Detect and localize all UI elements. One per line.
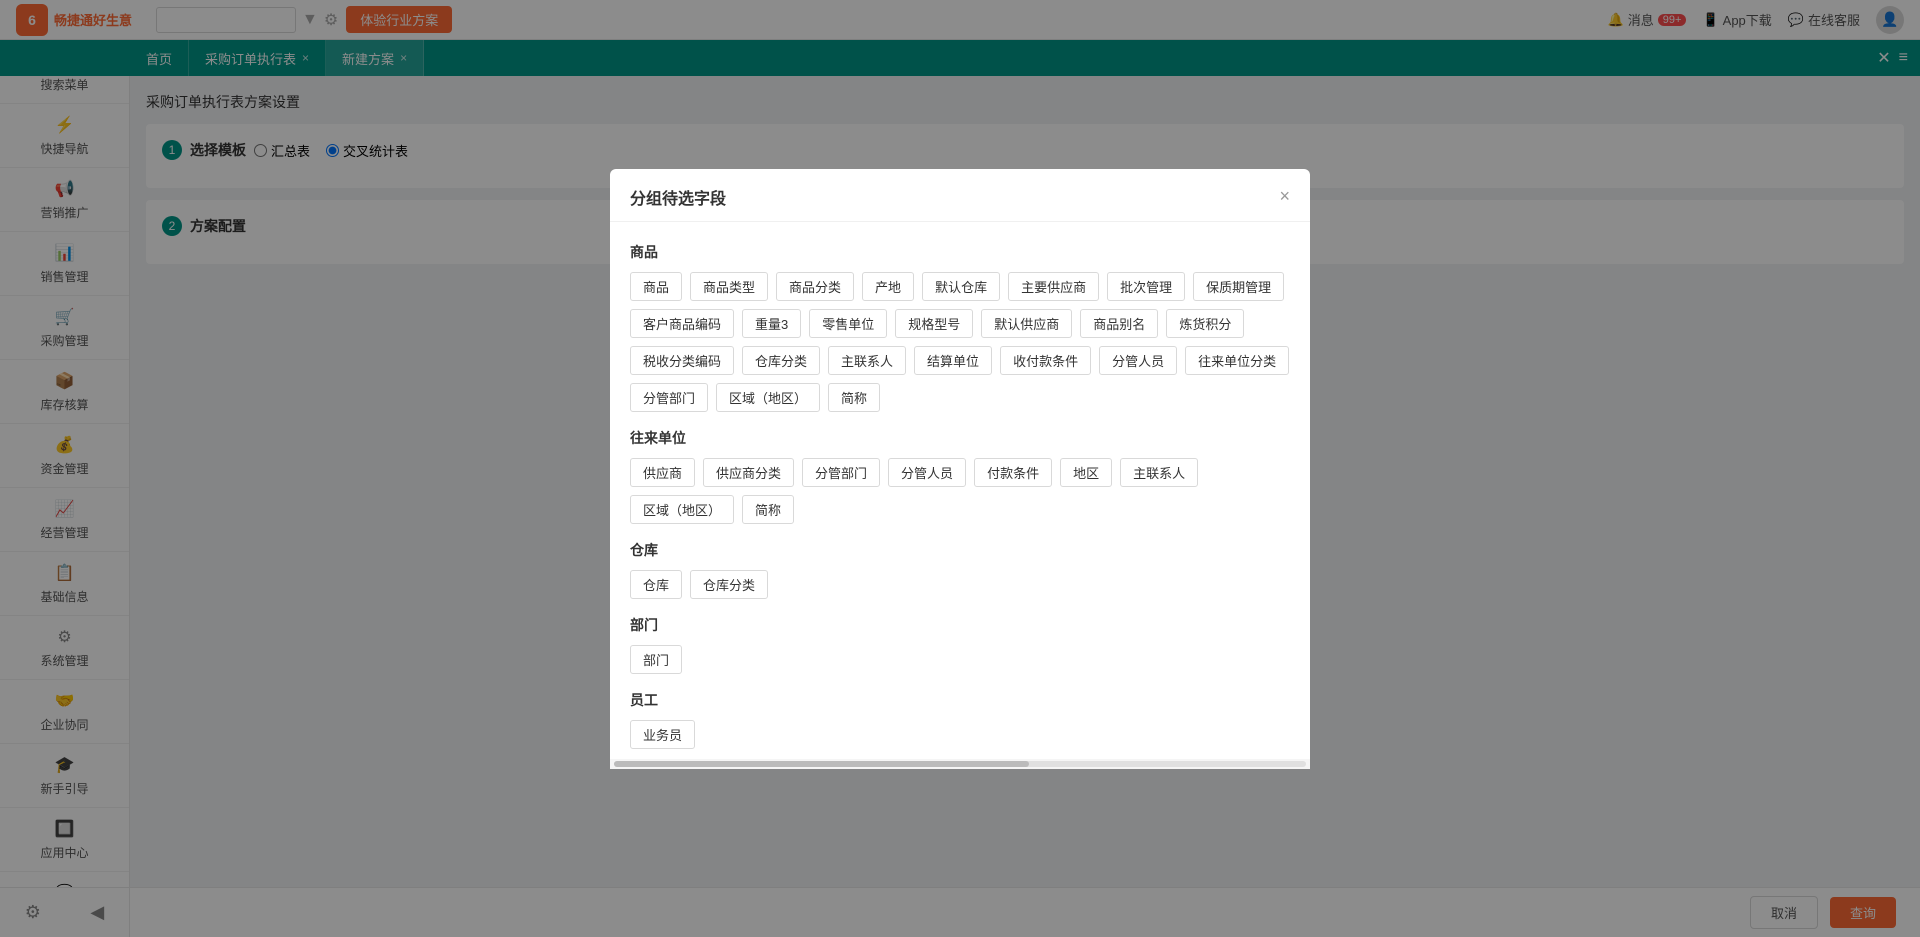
field-tag[interactable]: 简称 <box>742 495 794 524</box>
fields-grid-仓库: 仓库仓库分类 <box>630 570 1290 599</box>
field-tag[interactable]: 仓库分类 <box>690 570 768 599</box>
field-tag[interactable]: 业务员 <box>630 720 695 749</box>
modal-body[interactable]: 商品商品商品类型商品分类产地默认仓库主要供应商批次管理保质期管理客户商品编码重量… <box>610 222 1310 759</box>
field-tag[interactable]: 批次管理 <box>1107 272 1185 301</box>
field-tag[interactable]: 零售单位 <box>809 309 887 338</box>
modal-header: 分组待选字段 × <box>610 169 1310 222</box>
field-tag[interactable]: 分管部门 <box>802 458 880 487</box>
field-tag[interactable]: 供应商 <box>630 458 695 487</box>
field-tag[interactable]: 商品别名 <box>1080 309 1158 338</box>
field-tag[interactable]: 仓库分类 <box>742 346 820 375</box>
field-tag[interactable]: 部门 <box>630 645 682 674</box>
field-tag[interactable]: 产地 <box>862 272 914 301</box>
field-tag[interactable]: 主联系人 <box>1120 458 1198 487</box>
field-tag[interactable]: 默认供应商 <box>981 309 1072 338</box>
field-tag[interactable]: 商品分类 <box>776 272 854 301</box>
section-title-员工: 员工 <box>630 690 1290 710</box>
field-tag[interactable]: 主要供应商 <box>1008 272 1099 301</box>
field-tag[interactable]: 主联系人 <box>828 346 906 375</box>
field-tag[interactable]: 商品类型 <box>690 272 768 301</box>
field-tag[interactable]: 收付款条件 <box>1000 346 1091 375</box>
field-tag[interactable]: 分管人员 <box>888 458 966 487</box>
field-tag[interactable]: 保质期管理 <box>1193 272 1284 301</box>
modal-close-button[interactable]: × <box>1279 186 1290 207</box>
field-tag[interactable]: 往来单位分类 <box>1185 346 1289 375</box>
modal-overlay: 分组待选字段 × 商品商品商品类型商品分类产地默认仓库主要供应商批次管理保质期管… <box>0 0 1920 937</box>
field-tag[interactable]: 供应商分类 <box>703 458 794 487</box>
field-tag[interactable]: 付款条件 <box>974 458 1052 487</box>
field-tag[interactable]: 客户商品编码 <box>630 309 734 338</box>
section-title-往来单位: 往来单位 <box>630 428 1290 448</box>
field-tag[interactable]: 税收分类编码 <box>630 346 734 375</box>
fields-grid-部门: 部门 <box>630 645 1290 674</box>
section-title-部门: 部门 <box>630 615 1290 635</box>
section-title-商品: 商品 <box>630 242 1290 262</box>
fields-grid-员工: 业务员 <box>630 720 1290 749</box>
field-tag[interactable]: 分管人员 <box>1099 346 1177 375</box>
field-tag[interactable]: 默认仓库 <box>922 272 1000 301</box>
field-tag[interactable]: 分管部门 <box>630 383 708 412</box>
modal-title: 分组待选字段 <box>630 185 726 209</box>
field-tag[interactable]: 区域（地区） <box>630 495 734 524</box>
field-tag[interactable]: 仓库 <box>630 570 682 599</box>
fields-grid-商品: 商品商品类型商品分类产地默认仓库主要供应商批次管理保质期管理客户商品编码重量3 零… <box>630 272 1290 412</box>
field-tag[interactable]: 区域（地区） <box>716 383 820 412</box>
field-tag[interactable]: 简称 <box>828 383 880 412</box>
scrollbar-thumb[interactable] <box>614 761 1029 767</box>
field-tag[interactable]: 地区 <box>1060 458 1112 487</box>
field-tag[interactable]: 炼货积分 <box>1166 309 1244 338</box>
field-tag[interactable]: 规格型号 <box>895 309 973 338</box>
horizontal-scrollbar[interactable] <box>610 759 1310 769</box>
scrollbar-track <box>614 761 1306 767</box>
section-title-仓库: 仓库 <box>630 540 1290 560</box>
fields-grid-往来单位: 供应商供应商分类分管部门分管人员付款条件地区主联系人区域（地区） 简称 <box>630 458 1290 524</box>
field-tag[interactable]: 商品 <box>630 272 682 301</box>
field-tag[interactable]: 结算单位 <box>914 346 992 375</box>
field-tag[interactable]: 重量3 <box>742 309 801 338</box>
modal-dialog: 分组待选字段 × 商品商品商品类型商品分类产地默认仓库主要供应商批次管理保质期管… <box>610 169 1310 769</box>
